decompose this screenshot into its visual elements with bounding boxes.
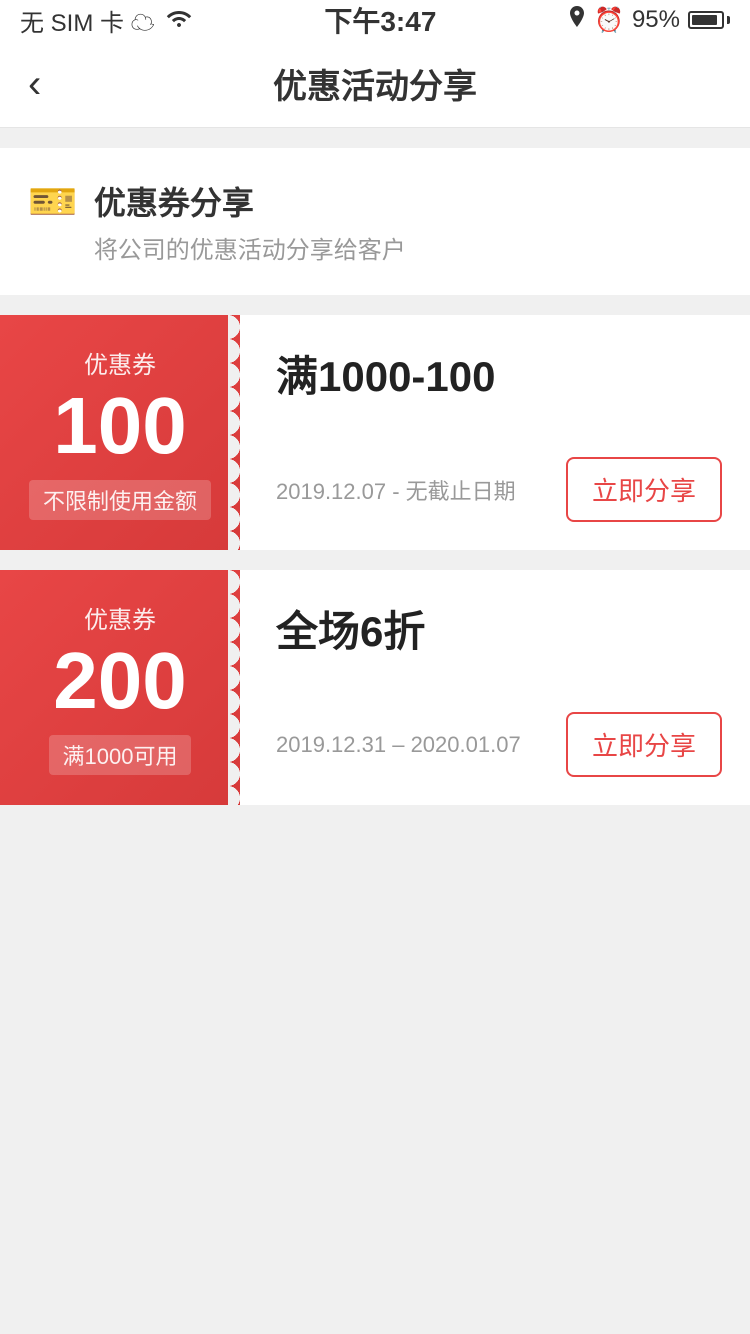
- location-icon: [568, 6, 586, 35]
- wifi-icon: [165, 6, 193, 35]
- nav-bar: ‹ 优惠活动分享: [0, 40, 750, 128]
- coupon-condition-2: 满1000可用: [49, 735, 192, 775]
- coupon-name-1: 满1000-100: [276, 343, 722, 404]
- coupon-left-2: 优惠券 200 满1000可用: [0, 570, 240, 805]
- section-subtitle: 将公司的优惠活动分享给客户: [94, 230, 406, 265]
- status-right: ⏰ 95%: [568, 6, 730, 35]
- coupon-date-1: 2019.12.07 - 无截止日期: [276, 474, 566, 506]
- coupon-amount-1: 100: [53, 386, 186, 466]
- coupon-card-1: 优惠券 100 不限制使用金额 满1000-100 2019.12.07 - 无…: [0, 315, 750, 550]
- coupon-left-1: 优惠券 100 不限制使用金额: [0, 315, 240, 550]
- coupon-name-2: 全场6折: [276, 598, 722, 659]
- section-header: 🎫 优惠券分享 将公司的优惠活动分享给客户: [0, 148, 750, 295]
- coupon-condition-1: 不限制使用金额: [29, 480, 211, 520]
- coupon-bottom-1: 2019.12.07 - 无截止日期 立即分享: [276, 457, 722, 522]
- coupon-icon: 🎫: [28, 178, 78, 225]
- coupon-label-1: 优惠券: [84, 345, 156, 380]
- battery-icon: [688, 11, 730, 29]
- share-button-2[interactable]: 立即分享: [566, 712, 722, 777]
- bottom-space: [0, 825, 750, 1325]
- coupon-date-2: 2019.12.31 – 2020.01.07: [276, 732, 566, 758]
- section-title: 优惠券分享: [94, 178, 406, 224]
- status-bar: 无 SIM 卡 ☁ 下午3:47 ⏰ 95%: [0, 0, 750, 40]
- page-title: 优惠活动分享: [273, 59, 477, 108]
- coupon-list: 优惠券 100 不限制使用金额 满1000-100 2019.12.07 - 无…: [0, 315, 750, 825]
- coupon-bottom-2: 2019.12.31 – 2020.01.07 立即分享: [276, 712, 722, 777]
- sim-label: 无 SIM 卡 ☁: [20, 3, 155, 38]
- coupon-label-2: 优惠券: [84, 600, 156, 635]
- share-button-1[interactable]: 立即分享: [566, 457, 722, 522]
- section-text: 优惠券分享 将公司的优惠活动分享给客户: [94, 178, 406, 265]
- coupon-right-1: 满1000-100 2019.12.07 - 无截止日期 立即分享: [240, 315, 750, 550]
- coupon-card-2: 优惠券 200 满1000可用 全场6折 2019.12.31 – 2020.0…: [0, 570, 750, 805]
- alarm-icon: ⏰: [594, 6, 624, 35]
- coupon-right-2: 全场6折 2019.12.31 – 2020.01.07 立即分享: [240, 570, 750, 805]
- back-button[interactable]: ‹: [28, 64, 41, 104]
- battery-percent: 95%: [632, 6, 680, 34]
- status-left: 无 SIM 卡 ☁: [20, 3, 193, 38]
- status-time: 下午3:47: [324, 0, 436, 40]
- coupon-amount-2: 200: [53, 641, 186, 721]
